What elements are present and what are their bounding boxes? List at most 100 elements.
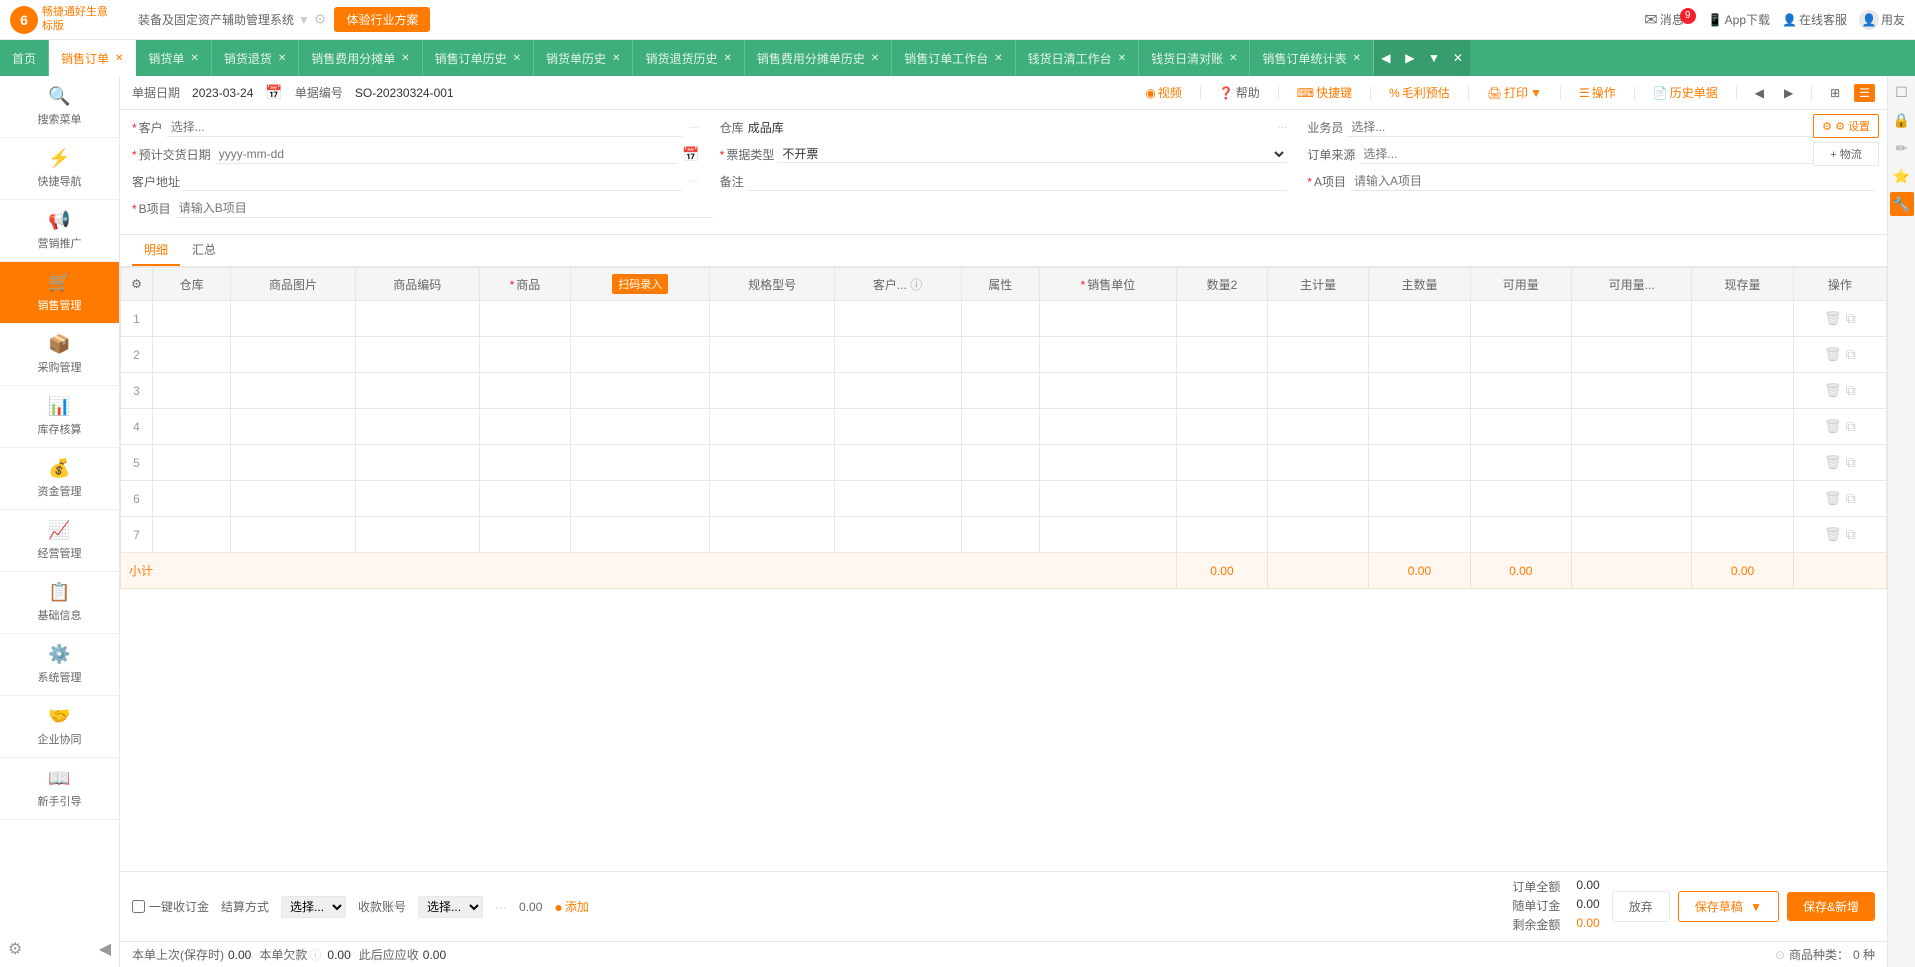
address-dots[interactable]: ··· — [690, 176, 700, 187]
row-warehouse-1[interactable] — [153, 301, 231, 337]
tab-nav-prev[interactable]: ◀ — [1374, 40, 1398, 76]
calendar-delivery-icon[interactable]: 📅 — [682, 146, 699, 163]
sidebar-item-marketing[interactable]: 📢 营销推广 — [0, 200, 119, 262]
nav-prev-btn[interactable]: ◀ — [1749, 84, 1770, 102]
tab-return-history[interactable]: 销货退货历史 ✕ — [633, 40, 744, 76]
invoice-select[interactable]: 不开票 — [778, 146, 1287, 163]
a-project-input[interactable] — [1350, 172, 1875, 191]
warehouse-dots[interactable]: ··· — [1277, 122, 1287, 133]
discard-button[interactable]: 放弃 — [1612, 891, 1670, 922]
row-copy-5[interactable]: ⧉ — [1846, 454, 1856, 471]
row-delete-4[interactable]: 🗑 — [1824, 418, 1842, 435]
row-delete-3[interactable]: 🗑 — [1824, 382, 1842, 399]
address-input[interactable] — [184, 172, 682, 191]
b-project-input[interactable] — [175, 199, 713, 218]
app-download-btn[interactable]: 📱 App下载 — [1708, 11, 1770, 28]
tab-order-workbench[interactable]: 销售订单工作台 ✕ — [892, 40, 1015, 76]
row-customer-code-1[interactable] — [834, 301, 961, 337]
row-delete-1[interactable]: 🗑 — [1824, 310, 1842, 327]
row-unit-1[interactable] — [1039, 301, 1176, 337]
receipt-account-select[interactable]: 选择... — [418, 896, 483, 918]
payment-method-select[interactable]: 选择... — [281, 896, 346, 918]
tab-sales-order[interactable]: 销售订单 ✕ — [49, 40, 136, 76]
row-qty2-1[interactable] — [1176, 301, 1267, 337]
tab-sales-order-history[interactable]: 销售订单历史 ✕ — [423, 40, 534, 76]
tab-nav-next[interactable]: ▶ — [1398, 40, 1422, 76]
message-btn[interactable]: ✉ 消息 9 — [1644, 10, 1695, 30]
staff-input[interactable] — [1347, 118, 1857, 137]
tab-summary[interactable]: 汇总 — [180, 235, 228, 266]
save-new-button[interactable]: 保存&新增 — [1787, 892, 1875, 921]
row-copy-3[interactable]: ⧉ — [1846, 382, 1856, 399]
right-panel-btn-1[interactable]: ☐ — [1890, 80, 1914, 104]
profit-btn[interactable]: % 毛利预估 — [1383, 82, 1456, 103]
right-panel-btn-2[interactable]: 🔒 — [1890, 108, 1914, 132]
logistics-button[interactable]: + 物流 — [1813, 142, 1879, 166]
row-available-1[interactable] — [1470, 301, 1571, 337]
row-copy-1[interactable]: ⧉ — [1846, 310, 1856, 327]
tab-sales-expense[interactable]: 销售费用分摊单 ✕ — [299, 40, 422, 76]
row-copy-2[interactable]: ⧉ — [1846, 346, 1856, 363]
row-copy-7[interactable]: ⧉ — [1846, 526, 1856, 543]
sidebar-item-management[interactable]: 📈 经营管理 — [0, 510, 119, 572]
col-settings[interactable]: ⚙ — [121, 268, 153, 301]
tab-sales-stats[interactable]: 销售订单统计表 ✕ — [1250, 40, 1373, 76]
nav-next-btn[interactable]: ▶ — [1778, 84, 1799, 102]
help-btn[interactable]: ❓ 帮助 — [1213, 82, 1266, 103]
tab-close-all[interactable]: ✕ — [1446, 40, 1470, 76]
this-debit-help[interactable]: ⓘ — [309, 946, 321, 963]
receipt-dots[interactable]: ··· — [495, 900, 507, 914]
row-main-qty-1[interactable] — [1369, 301, 1470, 337]
row-main-unit-1[interactable] — [1268, 301, 1369, 337]
tab-goods-history[interactable]: 销货单历史 ✕ — [534, 40, 633, 76]
history-btn[interactable]: 📄 历史单据 — [1647, 82, 1724, 103]
tab-nav-more[interactable]: ▼ — [1422, 40, 1446, 76]
add-button[interactable]: ● 添加 — [554, 898, 588, 915]
tab-expense-history[interactable]: 销售费用分摊单历史 ✕ — [745, 40, 892, 76]
row-stock-1[interactable] — [1692, 301, 1793, 337]
calendar-icon[interactable]: 📅 — [265, 84, 282, 101]
right-panel-btn-5[interactable]: 🔧 — [1890, 192, 1914, 216]
sidebar-settings-icon[interactable]: ⚙ — [8, 939, 22, 959]
tab-sales-goods[interactable]: 销货单 ✕ — [136, 40, 211, 76]
solution-button[interactable]: 体验行业方案 — [334, 7, 430, 32]
tab-home[interactable]: 首页 — [0, 40, 49, 76]
row-copy-6[interactable]: ⧉ — [1846, 490, 1856, 507]
right-panel-btn-3[interactable]: ✏ — [1890, 136, 1914, 160]
row-available2-1[interactable] — [1571, 301, 1691, 337]
row-delete-2[interactable]: 🗑 — [1824, 346, 1842, 363]
tab-detail[interactable]: 明细 — [132, 235, 180, 266]
online-service-btn[interactable]: 👤 在线客服 — [1782, 11, 1847, 28]
remark-input[interactable] — [748, 172, 1288, 191]
save-draft-dropdown-icon[interactable]: ▼ — [1750, 900, 1762, 914]
tab-sales-return[interactable]: 销货退货 ✕ — [212, 40, 299, 76]
sidebar-item-guide[interactable]: 📖 新手引导 — [0, 758, 119, 820]
user-btn[interactable]: 👤 用友 — [1859, 10, 1905, 30]
row-spec-1[interactable] — [710, 301, 834, 337]
view-video-btn[interactable]: ◉ 视频 — [1139, 82, 1188, 103]
row-attribute-1[interactable] — [961, 301, 1039, 337]
settings-button[interactable]: ⚙ ⚙ 设置 — [1813, 114, 1879, 138]
sidebar-item-purchase[interactable]: 📦 采购管理 — [0, 324, 119, 386]
row-product-1[interactable] — [479, 301, 570, 337]
row-code-1[interactable] — [355, 301, 479, 337]
row-delete-7[interactable]: 🗑 — [1824, 526, 1842, 543]
right-panel-btn-4[interactable]: ⭐ — [1890, 164, 1914, 188]
sidebar-item-finance[interactable]: 💰 资金管理 — [0, 448, 119, 510]
sidebar-item-basic-info[interactable]: 📋 基础信息 — [0, 572, 119, 634]
one-click-checkout-checkbox[interactable] — [132, 900, 145, 913]
tab-daily-reconcile[interactable]: 钱货日清对账 ✕ — [1139, 40, 1250, 76]
row-delete-5[interactable]: 🗑 — [1824, 454, 1842, 471]
delivery-input[interactable] — [215, 145, 679, 164]
sidebar-collapse-icon[interactable]: ◀ — [99, 939, 111, 959]
scan-button[interactable]: 扫码录入 — [612, 274, 668, 294]
view-table-btn[interactable]: ⊞ — [1824, 84, 1846, 102]
sidebar-item-system[interactable]: ⚙️ 系统管理 — [0, 634, 119, 696]
customer-input[interactable] — [167, 118, 682, 137]
sidebar-item-enterprise[interactable]: 🤝 企业协同 — [0, 696, 119, 758]
sidebar-item-search[interactable]: 🔍 搜索菜单 — [0, 76, 119, 138]
shortcut-btn[interactable]: ⌨ 快捷键 — [1291, 82, 1358, 103]
sidebar-item-inventory[interactable]: 📊 库存核算 — [0, 386, 119, 448]
print-btn[interactable]: 🖨 打印 ▼ — [1481, 82, 1548, 103]
tab-daily-workbench[interactable]: 钱货日清工作台 ✕ — [1016, 40, 1139, 76]
